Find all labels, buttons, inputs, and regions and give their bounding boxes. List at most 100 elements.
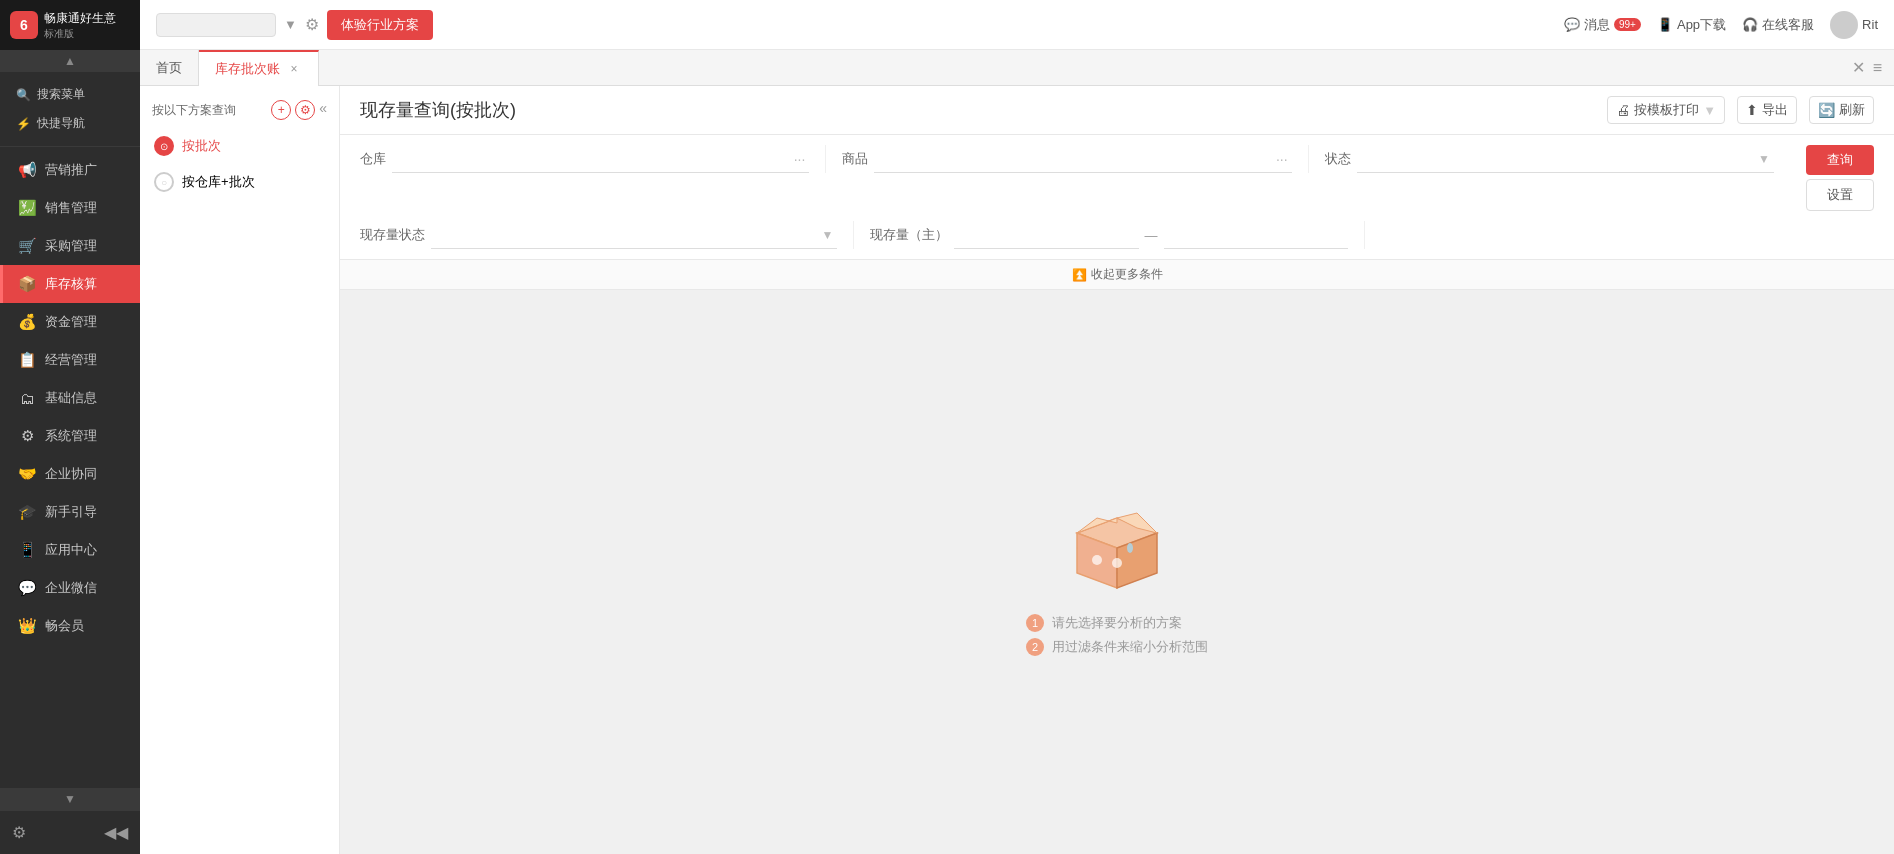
phone-icon: 📱 — [1657, 17, 1673, 32]
sidebar-item-label: 销售管理 — [45, 199, 97, 217]
sidebar-item-member[interactable]: 👑 畅会员 — [0, 607, 140, 645]
plan-label-batch: 按批次 — [182, 137, 221, 155]
tip-num-2: 2 — [1026, 638, 1044, 656]
tab-bar-right: ✕ ≡ — [1840, 58, 1894, 77]
app-title: 畅康通好生意 标准版 — [44, 10, 116, 41]
print-label: 按模板打印 — [1634, 101, 1699, 119]
tab-home[interactable]: 首页 — [140, 50, 199, 86]
collapse-sidebar-icon[interactable]: ◀◀ — [100, 819, 132, 846]
sidebar-item-operations[interactable]: 📋 经营管理 — [0, 341, 140, 379]
tip-item-1: 1 请先选择要分析的方案 — [1026, 614, 1208, 632]
sidebar-item-label: 应用中心 — [45, 541, 97, 559]
sidebar-item-label: 库存核算 — [45, 275, 97, 293]
print-btn[interactable]: 🖨 按模板打印 ▼ — [1607, 96, 1725, 124]
messages-badge: 99+ — [1614, 18, 1641, 31]
topbar-left: ▼ ⚙ 体验行业方案 — [156, 10, 1554, 40]
settings-footer-icon[interactable]: ⚙ — [8, 819, 30, 846]
sidebar-item-apps[interactable]: 📱 应用中心 — [0, 531, 140, 569]
sidebar-item-label: 系统管理 — [45, 427, 97, 445]
plan-item-batch[interactable]: ⊙ 按批次 — [140, 128, 339, 164]
basic-icon: 🗂 — [17, 390, 37, 407]
sidebar-item-label: 企业协同 — [45, 465, 97, 483]
sidebar-item-wechat[interactable]: 💬 企业微信 — [0, 569, 140, 607]
query-button[interactable]: 查询 — [1806, 145, 1874, 175]
export-btn[interactable]: ⬆ 导出 — [1737, 96, 1797, 124]
search-icon: 🔍 — [16, 88, 31, 102]
filter-section: 仓库 ··· 商品 ··· 状态 — [340, 135, 1894, 260]
purchase-icon: 🛒 — [17, 237, 37, 255]
svg-point-5 — [1092, 555, 1102, 565]
tab-spacer — [319, 50, 1840, 85]
sidebar-scroll-down[interactable]: ▼ — [0, 788, 140, 810]
svg-point-6 — [1112, 558, 1122, 568]
plan-item-warehouse-batch[interactable]: ○ 按仓库+批次 — [140, 164, 339, 200]
plan-icon-warehouse-batch: ○ — [154, 172, 174, 192]
tab-bar: 首页 库存批次账 × ✕ ≡ — [140, 50, 1894, 86]
app-download-action[interactable]: 📱 App下载 — [1657, 16, 1726, 34]
breadcrumb-input[interactable] — [156, 13, 276, 37]
right-content: 现存量查询(按批次) 🖨 按模板打印 ▼ ⬆ 导出 🔄 刷新 — [340, 86, 1894, 854]
sidebar-item-enterprise[interactable]: 🤝 企业协同 — [0, 455, 140, 493]
sidebar-item-basic[interactable]: 🗂 基础信息 — [0, 379, 140, 417]
dropdown-arrow-icon[interactable]: ▼ — [284, 17, 297, 32]
status-chevron-icon: ▼ — [1758, 152, 1770, 166]
online-service-label: 在线客服 — [1762, 16, 1814, 34]
tab-inventory-batch-label: 库存批次账 — [215, 60, 280, 78]
shortcut-nav-item[interactable]: ⚡ 快捷导航 — [8, 109, 132, 138]
plan-label-warehouse-batch: 按仓库+批次 — [182, 173, 255, 191]
member-icon: 👑 — [17, 617, 37, 635]
tab-home-label: 首页 — [156, 59, 182, 77]
tab-inventory-batch[interactable]: 库存批次账 × — [199, 50, 319, 86]
apps-icon: 📱 — [17, 541, 37, 559]
refresh-btn[interactable]: 🔄 刷新 — [1809, 96, 1874, 124]
close-all-icon[interactable]: ✕ — [1852, 58, 1865, 77]
print-dropdown-icon[interactable]: ▼ — [1703, 103, 1716, 118]
print-icon: 🖨 — [1616, 102, 1630, 118]
collapse-more-bar[interactable]: ⏫ 收起更多条件 — [340, 260, 1894, 290]
tab-close-icon[interactable]: × — [286, 61, 302, 77]
inventory-range-dash: — — [1145, 228, 1158, 243]
sidebar-item-marketing[interactable]: 📢 营销推广 — [0, 151, 140, 189]
settings-icon[interactable]: ⚙ — [305, 15, 319, 34]
sidebar-item-inventory[interactable]: 📦 库存核算 — [0, 265, 140, 303]
sidebar-item-system[interactable]: ⚙ 系统管理 — [0, 417, 140, 455]
sidebar-item-label: 采购管理 — [45, 237, 97, 255]
inventory-main-min[interactable] — [954, 221, 1138, 249]
svg-point-7 — [1127, 543, 1133, 553]
shortcut-icon: ⚡ — [16, 117, 31, 131]
system-icon: ⚙ — [17, 427, 37, 445]
sidebar-scroll-up[interactable]: ▲ — [0, 50, 140, 72]
empty-tips: 1 请先选择要分析的方案 2 用过滤条件来缩小分析范围 — [1026, 614, 1208, 656]
sidebar-item-guide[interactable]: 🎓 新手引导 — [0, 493, 140, 531]
inventory-main-label: 现存量（主） — [870, 226, 948, 244]
sidebar-search-section: 🔍 搜索菜单 ⚡ 快捷导航 — [0, 72, 140, 147]
app-version: 标准版 — [44, 27, 116, 41]
goods-dots-icon[interactable]: ··· — [1276, 151, 1288, 167]
inventory-main-max[interactable] — [1164, 221, 1348, 249]
inventory-status-select[interactable]: ▼ — [431, 221, 837, 249]
online-service-action[interactable]: 🎧 在线客服 — [1742, 16, 1814, 34]
messages-action[interactable]: 💬 消息 99+ — [1564, 16, 1641, 34]
tip-num-1: 1 — [1026, 614, 1044, 632]
page-header-actions: 🖨 按模板打印 ▼ ⬆ 导出 🔄 刷新 — [1607, 96, 1874, 124]
add-plan-btn[interactable]: + — [271, 100, 291, 120]
tip-text-2: 用过滤条件来缩小分析范围 — [1052, 638, 1208, 656]
sidebar-item-sales[interactable]: 💹 销售管理 — [0, 189, 140, 227]
goods-input[interactable]: ··· — [874, 145, 1291, 173]
search-menu-item[interactable]: 🔍 搜索菜单 — [8, 80, 132, 109]
collapse-panel-btn[interactable]: « — [319, 100, 327, 120]
inventory-status-chevron-icon: ▼ — [821, 228, 833, 242]
sidebar-item-finance[interactable]: 💰 资金管理 — [0, 303, 140, 341]
sidebar-item-purchase[interactable]: 🛒 采购管理 — [0, 227, 140, 265]
user-profile-action[interactable]: Rit — [1830, 11, 1878, 39]
warehouse-dots-icon[interactable]: ··· — [794, 151, 806, 167]
left-panel-header: 按以下方案查询 + ⚙ « — [140, 96, 339, 128]
setting-button[interactable]: 设置 — [1806, 179, 1874, 211]
config-plan-btn[interactable]: ⚙ — [295, 100, 315, 120]
sidebar-item-label: 基础信息 — [45, 389, 97, 407]
status-select[interactable]: ▼ — [1357, 145, 1774, 173]
warehouse-input[interactable]: ··· — [392, 145, 809, 173]
topbar-right: 💬 消息 99+ 📱 App下载 🎧 在线客服 Rit — [1564, 11, 1878, 39]
experience-btn[interactable]: 体验行业方案 — [327, 10, 433, 40]
tab-menu-icon[interactable]: ≡ — [1873, 59, 1882, 77]
